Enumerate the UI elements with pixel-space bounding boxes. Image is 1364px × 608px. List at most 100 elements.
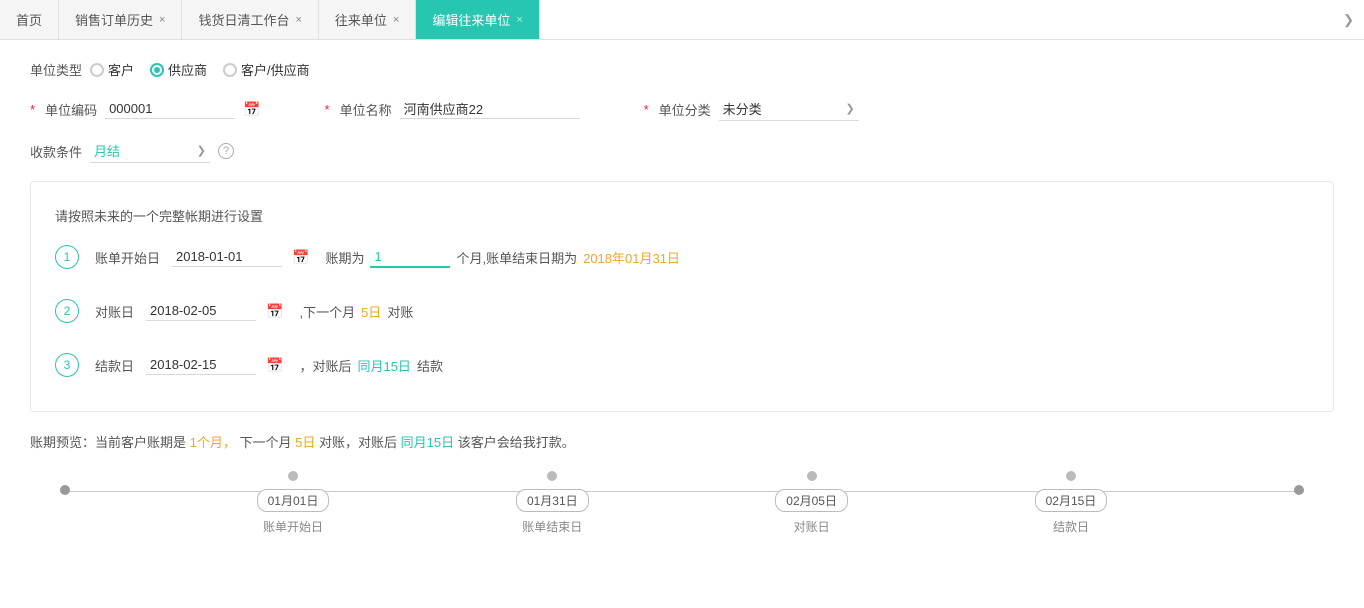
step1-date-input[interactable]	[172, 247, 282, 267]
unit-code-field: * 单位编码 📅	[30, 99, 261, 119]
step2-suffix-highlight: 5日	[361, 302, 381, 321]
step3-row: 3 结款日 📅 ，对账后 同月15日 结款	[55, 353, 1309, 377]
step3-calendar-icon[interactable]: 📅	[266, 357, 283, 374]
tab-sales-history-close[interactable]: ×	[159, 14, 165, 26]
unit-code-label: 单位编码	[45, 100, 97, 119]
tab-sales-history[interactable]: 销售订单历史 ×	[59, 0, 182, 39]
timeline-cap-dot	[60, 485, 70, 495]
timeline-node-3: 02月05日 对账日	[775, 471, 848, 535]
tl-dot-4	[1066, 471, 1076, 481]
tab-cash-work-close[interactable]: ×	[295, 14, 301, 26]
unit-name-field: * 单位名称	[325, 99, 580, 119]
tl-badge-2: 01月31日	[516, 489, 589, 512]
unit-code-star: *	[30, 102, 35, 117]
unit-type-label: 单位类型	[30, 60, 82, 79]
tab-expand-btn[interactable]: ❯	[1333, 0, 1364, 39]
unit-category-star: *	[644, 102, 649, 117]
tab-partner[interactable]: 往来单位 ×	[319, 0, 416, 39]
radio-customer-supplier-circle	[223, 63, 237, 77]
unit-type-field: 单位类型 客户 供应商 客户/供应商	[30, 60, 310, 79]
step2-suffix-post: 对账	[387, 302, 413, 321]
step2-num: 2	[55, 299, 79, 323]
tab-cash-work[interactable]: 钱货日清工作台 ×	[182, 0, 318, 39]
step2-calendar-icon[interactable]: 📅	[266, 303, 283, 320]
radio-supplier-circle	[150, 63, 164, 77]
tab-partner-label: 往来单位	[335, 10, 387, 29]
unit-type-radio-group: 客户 供应商 客户/供应商	[90, 60, 310, 79]
tab-edit-partner-close[interactable]: ×	[516, 14, 522, 26]
tl-label-2: 账单结束日	[522, 518, 582, 535]
radio-customer-circle	[90, 63, 104, 77]
tl-dot-1	[288, 471, 298, 481]
tab-edit-partner-label: 编辑往来单位	[432, 10, 510, 29]
radio-supplier-label: 供应商	[168, 60, 207, 79]
step1-label: 账单开始日	[95, 248, 160, 267]
tl-label-4: 结款日	[1053, 518, 1089, 535]
preview-suffix: 该客户会给我打款。	[458, 435, 575, 450]
payment-terms-help[interactable]: ?	[218, 143, 234, 159]
tl-dot-3	[807, 471, 817, 481]
step3-date-input[interactable]	[146, 355, 256, 375]
timeline-right-cap-dot	[1294, 485, 1304, 495]
payment-terms-field: 收款条件 月结 ❯ ?	[30, 139, 234, 163]
step2-suffix-pre: ,下一个月	[299, 302, 355, 321]
unit-name-input[interactable]	[400, 99, 580, 119]
preview-mid1: 下一个月	[240, 435, 292, 450]
radio-customer[interactable]: 客户	[90, 60, 134, 79]
unit-details-row: * 单位编码 📅 * 单位名称 * 单位分类 未分类 ❯	[30, 97, 1334, 121]
timeline-node-4: 02月15日 结款日	[1035, 471, 1108, 535]
step1-num: 1	[55, 245, 79, 269]
preview-highlight2: 5日	[295, 435, 315, 450]
step2-label: 对账日	[95, 302, 134, 321]
unit-name-label: 单位名称	[340, 100, 392, 119]
tab-home[interactable]: 首页	[0, 0, 59, 39]
unit-type-row: 单位类型 客户 供应商 客户/供应商	[30, 60, 1334, 79]
preview-highlight3: 同月15日	[401, 435, 454, 450]
tab-bar: 首页 销售订单历史 × 钱货日清工作台 × 往来单位 × 编辑往来单位 × ❯	[0, 0, 1364, 40]
tl-label-3: 对账日	[794, 518, 830, 535]
payment-terms-row: 收款条件 月结 ❯ ?	[30, 139, 1334, 163]
unit-category-chevron: ❯	[845, 102, 854, 115]
timeline-right-cap	[1294, 471, 1304, 495]
step1-period-unit: 个月,账单结束日期为	[456, 248, 577, 267]
main-content: 单位类型 客户 供应商 客户/供应商 * 单位编码	[0, 40, 1364, 608]
unit-name-star: *	[325, 102, 330, 117]
settings-card: 请按照未来的一个完整帐期进行设置 1 账单开始日 📅 账期为 个月,账单结束日期…	[30, 181, 1334, 412]
unit-code-icon[interactable]: 📅	[243, 101, 260, 118]
payment-terms-select[interactable]: 月结 ❯	[90, 139, 210, 163]
tab-cash-work-label: 钱货日清工作台	[198, 10, 289, 29]
tl-badge-4: 02月15日	[1035, 489, 1108, 512]
card-instruction: 请按照未来的一个完整帐期进行设置	[55, 206, 1309, 225]
step2-date-input[interactable]	[146, 301, 256, 321]
unit-category-label: 单位分类	[659, 100, 711, 119]
tl-badge-1: 01月01日	[257, 489, 330, 512]
tab-home-label: 首页	[16, 10, 42, 29]
unit-code-input[interactable]	[105, 99, 235, 119]
timeline-node-2: 01月31日 账单结束日	[516, 471, 589, 535]
payment-terms-chevron: ❯	[197, 144, 206, 157]
unit-category-value: 未分类	[723, 99, 762, 118]
step3-num: 3	[55, 353, 79, 377]
radio-customer-supplier[interactable]: 客户/供应商	[223, 60, 310, 79]
tab-partner-close[interactable]: ×	[393, 14, 399, 26]
payment-terms-value: 月结	[94, 141, 120, 160]
timeline-nodes: 01月01日 账单开始日 01月31日 账单结束日 02月05日 对账日 02月…	[60, 471, 1304, 535]
step1-period-highlight: 2018年01月31日	[583, 248, 680, 267]
timeline-left-cap	[60, 471, 70, 495]
step3-label: 结款日	[95, 356, 134, 375]
preview-highlight1: 1个月，	[190, 435, 236, 450]
step1-period-input[interactable]	[370, 247, 450, 268]
tl-dot-2	[547, 471, 557, 481]
step3-suffix-pre: ，对账后	[299, 356, 351, 375]
unit-category-select[interactable]: 未分类 ❯	[719, 97, 859, 121]
tab-sales-history-label: 销售订单历史	[75, 10, 153, 29]
timeline-node-1: 01月01日 账单开始日	[257, 471, 330, 535]
radio-customer-supplier-label: 客户/供应商	[241, 60, 310, 79]
tl-label-1: 账单开始日	[263, 518, 323, 535]
step3-suffix-post: 结款	[417, 356, 443, 375]
radio-customer-label: 客户	[108, 60, 134, 79]
radio-supplier[interactable]: 供应商	[150, 60, 207, 79]
unit-category-field: * 单位分类 未分类 ❯	[644, 97, 859, 121]
tab-edit-partner[interactable]: 编辑往来单位 ×	[416, 0, 539, 39]
step1-calendar-icon[interactable]: 📅	[292, 249, 309, 266]
